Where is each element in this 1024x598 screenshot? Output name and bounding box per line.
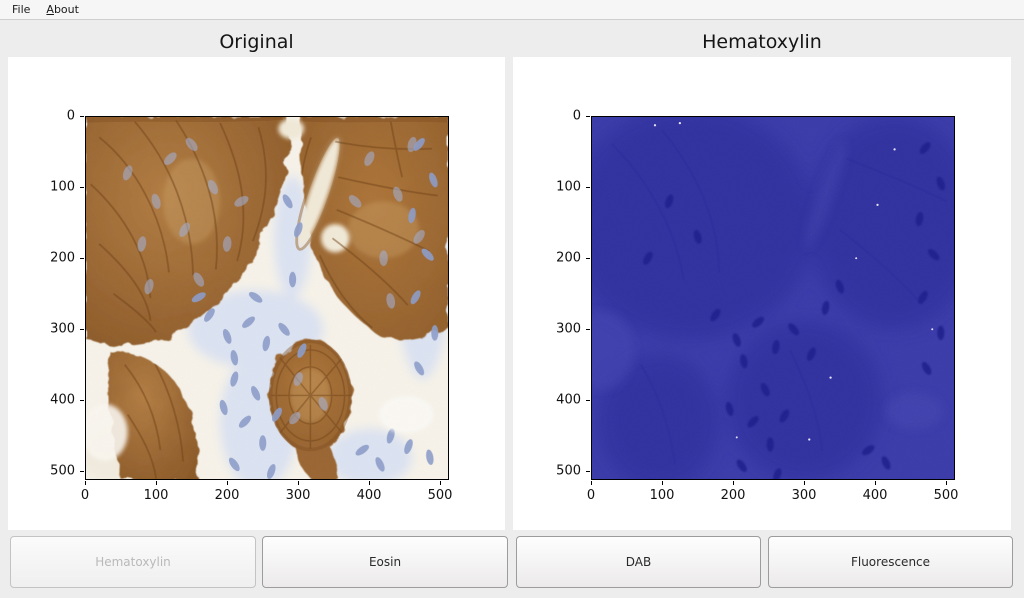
y-tick-mark — [80, 187, 84, 188]
x-axis: 0 100 200 300 400 500 — [587, 480, 958, 506]
original-panel: 0 100 200 300 400 500 0 100 200 300 400 500 — [8, 57, 505, 530]
eosin-button[interactable]: Eosin — [262, 536, 508, 588]
x-tick-label: 0 — [80, 488, 90, 503]
y-tick-mark — [586, 258, 590, 259]
y-tick-label: 300 — [50, 321, 75, 337]
original-title: Original — [219, 31, 294, 53]
y-tick-mark — [586, 329, 590, 330]
x-tick-label: 400 — [862, 488, 888, 503]
y-tick-label: 0 — [572, 108, 581, 124]
x-tick-label: 0 — [586, 488, 596, 503]
x-tick-label: 200 — [214, 488, 240, 503]
menu-about-accel: A — [46, 3, 54, 16]
x-tick-mark — [227, 481, 228, 485]
x-tick-label: 300 — [791, 488, 817, 503]
x-axis: 0 100 200 300 400 500 — [81, 480, 452, 506]
y-tick-mark — [80, 400, 84, 401]
hematoxylin-button[interactable]: Hematoxylin — [10, 536, 256, 588]
x-tick-label: 100 — [649, 488, 675, 503]
hematoxylin-panel: 0 100 200 300 400 500 0 100 200 300 400 500 — [513, 57, 1011, 530]
hematoxylin-channel-image — [591, 116, 955, 480]
x-tick-mark — [662, 481, 663, 485]
x-tick-mark — [804, 481, 805, 485]
original-plot: 0 100 200 300 400 500 0 100 200 300 400 500 — [50, 109, 452, 504]
y-tick-label: 100 — [50, 179, 75, 195]
y-tick-label: 0 — [66, 108, 75, 124]
y-tick-label: 500 — [556, 463, 581, 479]
y-tick-mark — [586, 116, 590, 117]
hematoxylin-title: Hematoxylin — [702, 31, 822, 53]
y-tick-label: 200 — [556, 250, 581, 266]
x-tick-label: 500 — [933, 488, 959, 503]
y-tick-label: 400 — [556, 392, 581, 408]
y-tick-mark — [586, 400, 590, 401]
x-tick-mark — [733, 481, 734, 485]
menubar: File About — [0, 0, 1024, 20]
y-tick-mark — [80, 116, 84, 117]
x-tick-mark — [946, 481, 947, 485]
y-tick-mark — [80, 329, 84, 330]
y-tick-mark — [586, 471, 590, 472]
y-tick-mark — [586, 187, 590, 188]
x-tick-mark — [298, 481, 299, 485]
x-tick-label: 400 — [356, 488, 382, 503]
x-tick-mark — [591, 481, 592, 485]
y-tick-label: 200 — [50, 250, 75, 266]
x-tick-label: 200 — [720, 488, 746, 503]
x-tick-mark — [440, 481, 441, 485]
original-tissue-image — [85, 116, 449, 480]
x-tick-label: 500 — [427, 488, 453, 503]
y-tick-mark — [80, 471, 84, 472]
x-tick-label: 300 — [285, 488, 311, 503]
menu-about-rest: bout — [53, 3, 79, 16]
x-tick-mark — [369, 481, 370, 485]
menu-about[interactable]: About — [38, 1, 87, 18]
hematoxylin-plot: 0 100 200 300 400 500 0 100 200 300 400 500 — [556, 109, 958, 504]
y-tick-label: 400 — [50, 392, 75, 408]
menu-file[interactable]: File — [4, 1, 38, 18]
x-tick-label: 100 — [143, 488, 169, 503]
x-tick-mark — [156, 481, 157, 485]
x-tick-mark — [85, 481, 86, 485]
y-tick-label: 300 — [556, 321, 581, 337]
y-tick-label: 500 — [50, 463, 75, 479]
dab-button[interactable]: DAB — [516, 536, 761, 588]
y-tick-label: 100 — [556, 179, 581, 195]
x-tick-mark — [875, 481, 876, 485]
fluorescence-button[interactable]: Fluorescence — [768, 536, 1013, 588]
y-tick-mark — [80, 258, 84, 259]
